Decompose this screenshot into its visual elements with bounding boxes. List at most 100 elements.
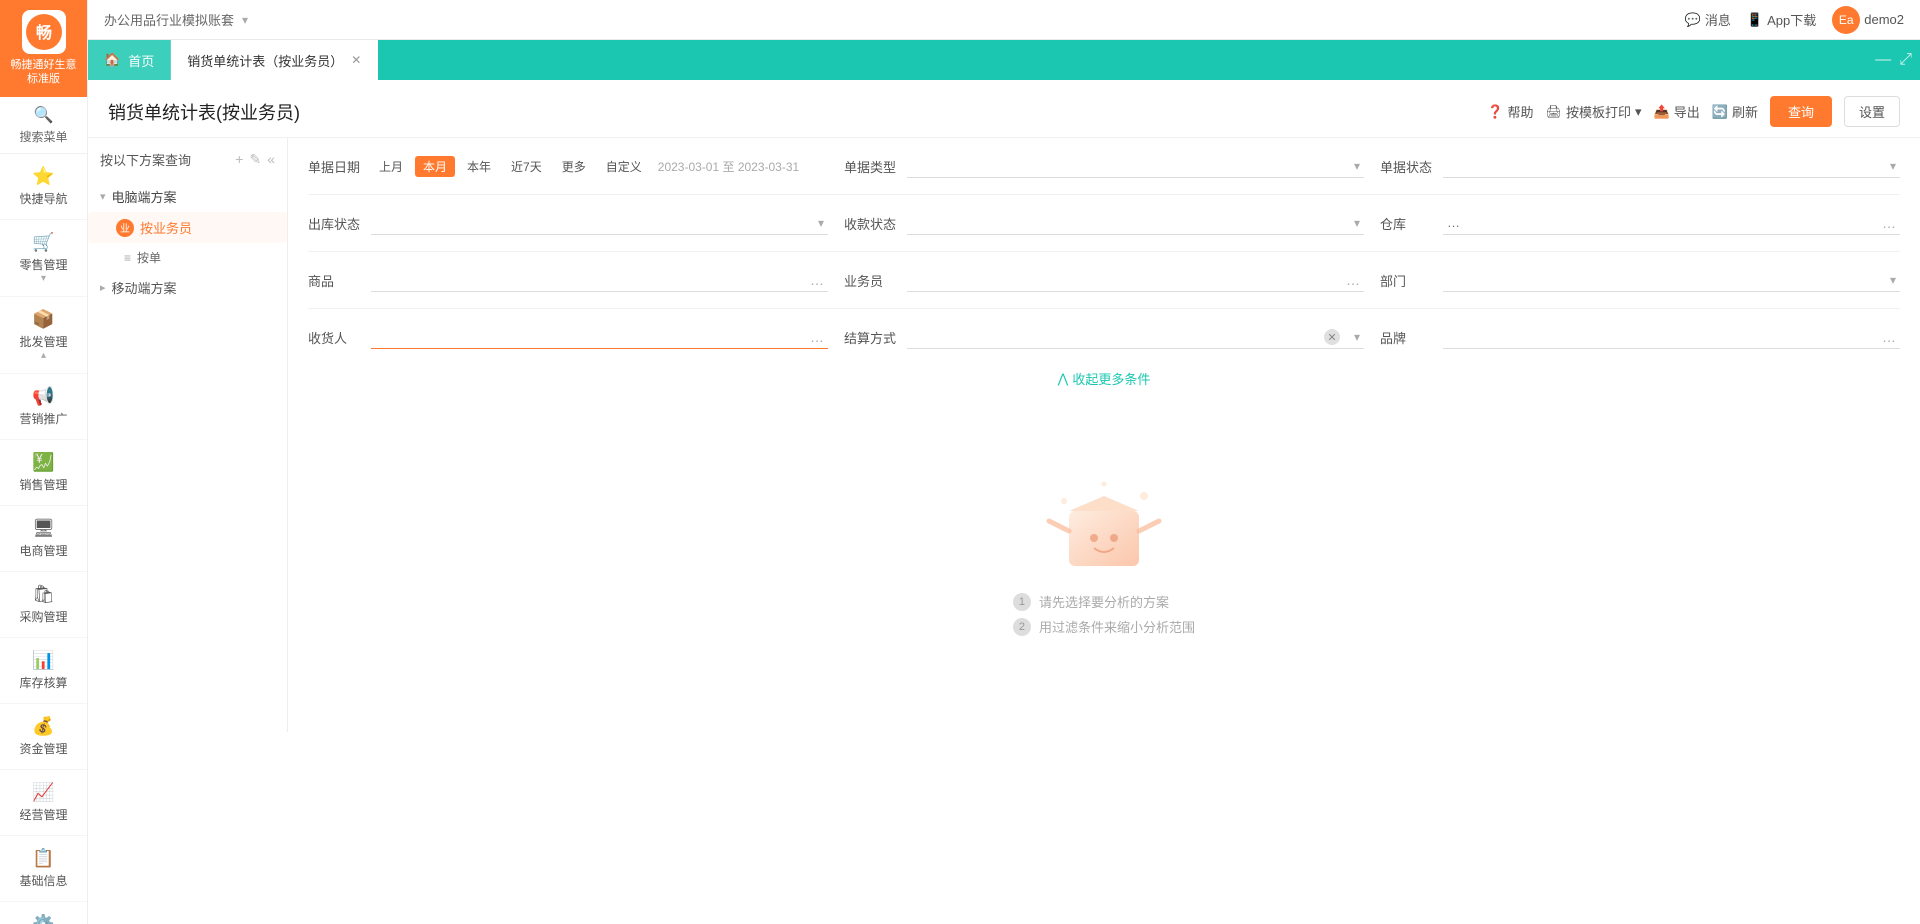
finance-icon: 💰 <box>32 716 54 737</box>
page-header-actions: ❓ 帮助 🖨 按模板打印 ▾ 📤 导出 🔄 刷新 <box>1487 96 1900 127</box>
add-scheme-icon[interactable]: + <box>235 151 243 168</box>
out-status-select[interactable] <box>371 211 828 235</box>
desktop-group-arrow: ▾ <box>100 190 106 203</box>
sidebar-search[interactable]: 🔍 搜索菜单 <box>0 97 87 154</box>
date-btn-this-month[interactable]: 本月 <box>415 156 455 177</box>
left-panel-title: 按以下方案查询 <box>100 150 191 169</box>
mobile-group-label: 移动端方案 <box>112 278 177 297</box>
filter-divider-1 <box>308 194 1900 195</box>
date-btn-this-year[interactable]: 本年 <box>459 156 499 177</box>
doc-type-select[interactable] <box>907 154 1364 178</box>
page-title: 销货单统计表(按业务员) <box>108 99 300 125</box>
right-panel: 单据日期 上月 本月 本年 近7天 更多 自定义 2023-03-01 至 20… <box>288 138 1920 732</box>
staff-input[interactable] <box>907 268 1364 292</box>
settlement-clear-icon[interactable]: ✕ <box>1324 329 1340 345</box>
export-button[interactable]: 📤 导出 <box>1654 102 1700 121</box>
collapse-panel-icon[interactable]: « <box>267 151 275 168</box>
consignee-dots[interactable]: … <box>810 329 824 345</box>
empty-illustration <box>1044 476 1164 576</box>
sidebar-item-purchase[interactable]: 🛍 采购管理 <box>0 572 87 638</box>
sidebar-item-ecommerce[interactable]: 🖥 电商管理 <box>0 506 87 572</box>
filter-item-warehouse: 仓库 … <box>1380 211 1900 235</box>
settlement-select[interactable] <box>907 325 1364 349</box>
sidebar-item-basic[interactable]: 📋 基础信息 <box>0 836 87 902</box>
settings-button[interactable]: 设置 <box>1844 96 1900 127</box>
help-button[interactable]: ❓ 帮助 <box>1487 102 1533 121</box>
scheme-group-desktop[interactable]: ▾ 电脑端方案 <box>88 181 287 212</box>
wholesale-icon: 📦 <box>32 309 54 330</box>
scheme-item-by-staff[interactable]: 业 按业务员 <box>88 212 287 243</box>
sidebar-item-quick-nav[interactable]: ⭐ 快捷导航 <box>0 154 87 220</box>
date-btn-custom[interactable]: 自定义 <box>598 156 650 177</box>
sidebar-item-operation[interactable]: 📈 经营管理 <box>0 770 87 836</box>
filter-item-brand: 品牌 … <box>1380 325 1900 349</box>
date-btn-7days[interactable]: 近7天 <box>503 156 550 177</box>
refresh-button[interactable]: 🔄 刷新 <box>1712 102 1758 121</box>
avatar: Ea <box>1832 6 1860 34</box>
sidebar-item-marketing[interactable]: 📢 营销推广 <box>0 374 87 440</box>
warehouse-dots[interactable]: … <box>1882 215 1896 231</box>
refresh-icon: 🔄 <box>1712 104 1728 120</box>
sidebar-item-sales[interactable]: 💹 销售管理 <box>0 440 87 506</box>
sidebar-item-finance[interactable]: 💰 资金管理 <box>0 704 87 770</box>
tab-home[interactable]: 🏠 首页 <box>88 40 171 80</box>
message-button[interactable]: 💬 消息 <box>1685 10 1731 29</box>
tab-minimize-icon[interactable]: — <box>1875 51 1891 69</box>
receipt-status-label: 收款状态 <box>844 214 899 233</box>
sidebar-item-inventory[interactable]: 📊 库存核算 <box>0 638 87 704</box>
collapse-button[interactable]: ⋀ 收起更多条件 <box>1058 369 1151 388</box>
tab-maximize-icon[interactable]: ⤢ <box>1899 51 1912 69</box>
date-btn-more[interactable]: 更多 <box>554 156 594 177</box>
scheme-group-mobile[interactable]: ▸ 移动端方案 <box>88 272 287 303</box>
user-profile[interactable]: Ea demo2 <box>1832 6 1904 34</box>
purchase-icon: 🛍 <box>32 584 55 605</box>
doc-status-select[interactable] <box>1443 154 1900 178</box>
sales-icon: 💹 <box>32 452 54 473</box>
doc-status-label: 单据状态 <box>1380 157 1435 176</box>
sidebar: 畅 畅捷通好生意 标准版 🔍 搜索菜单 ⭐ 快捷导航 🛒 零售管理 ▾ 📦 批发… <box>0 0 88 924</box>
breadcrumb-arrow[interactable]: ▾ <box>242 13 248 27</box>
sidebar-item-retail[interactable]: 🛒 零售管理 ▾ <box>0 220 87 297</box>
goods-input[interactable] <box>371 268 828 292</box>
receipt-status-select-wrapper <box>907 211 1364 235</box>
date-btn-last-month[interactable]: 上月 <box>371 156 411 177</box>
tab-close-icon[interactable]: ✕ <box>351 53 361 67</box>
brand-input[interactable] <box>1443 325 1900 349</box>
tab-sales-stats[interactable]: 销货单统计表（按业务员） ✕ <box>171 40 378 80</box>
dept-label: 部门 <box>1380 271 1435 290</box>
tabbar-right: — ⤢ <box>1867 40 1920 80</box>
scheme-item-by-order[interactable]: ≡ 按单 <box>88 243 287 272</box>
query-button[interactable]: 查询 <box>1770 96 1832 127</box>
logo-icon: 畅 <box>22 10 66 54</box>
sidebar-item-system[interactable]: ⚙️ 系统管理 <box>0 902 87 924</box>
empty-tip-2: 2 用过滤条件来缩小分析范围 <box>1013 617 1195 636</box>
collapse-label: 收起更多条件 <box>1072 369 1150 388</box>
doc-type-label: 单据类型 <box>844 157 899 176</box>
consignee-input[interactable] <box>371 325 828 349</box>
purchase-label: 采购管理 <box>19 608 67 625</box>
staff-label: 业务员 <box>844 271 899 290</box>
sidebar-item-wholesale[interactable]: 📦 批发管理 ▴ <box>0 297 87 374</box>
edit-scheme-icon[interactable]: ✎ <box>249 151 261 168</box>
wholesale-label: 批发管理 <box>19 333 67 350</box>
brand-control: … <box>1443 325 1900 349</box>
scheme-item-by-staff-label: 按业务员 <box>140 218 192 237</box>
goods-dots[interactable]: … <box>810 272 824 288</box>
dept-select[interactable] <box>1443 268 1900 292</box>
goods-control: … <box>371 268 828 292</box>
system-icon: ⚙️ <box>32 914 54 924</box>
warehouse-input[interactable] <box>1443 211 1900 235</box>
out-status-select-wrapper <box>371 211 828 235</box>
sidebar-navigation: ⭐ 快捷导航 🛒 零售管理 ▾ 📦 批发管理 ▴ 📢 营销推广 💹 销售管理 🖥… <box>0 154 87 924</box>
staff-dots[interactable]: … <box>1346 272 1360 288</box>
app-download-button[interactable]: 📱 App下载 <box>1747 10 1816 29</box>
quick-nav-icon: ⭐ <box>32 166 54 187</box>
wholesale-arrow: ▴ <box>41 350 46 361</box>
receipt-status-select[interactable] <box>907 211 1364 235</box>
page: 销货单统计表(按业务员) ❓ 帮助 🖨 按模板打印 ▾ 📤 导出 <box>88 80 1920 924</box>
template-print-button[interactable]: 🖨 按模板打印 ▾ <box>1546 102 1642 121</box>
empty-tip-1: 1 请先选择要分析的方案 <box>1013 592 1195 611</box>
brand-dots[interactable]: … <box>1882 329 1896 345</box>
filter-row-2: 出库状态 收款状态 <box>308 211 1900 235</box>
print-icon: 🖨 <box>1546 104 1563 120</box>
